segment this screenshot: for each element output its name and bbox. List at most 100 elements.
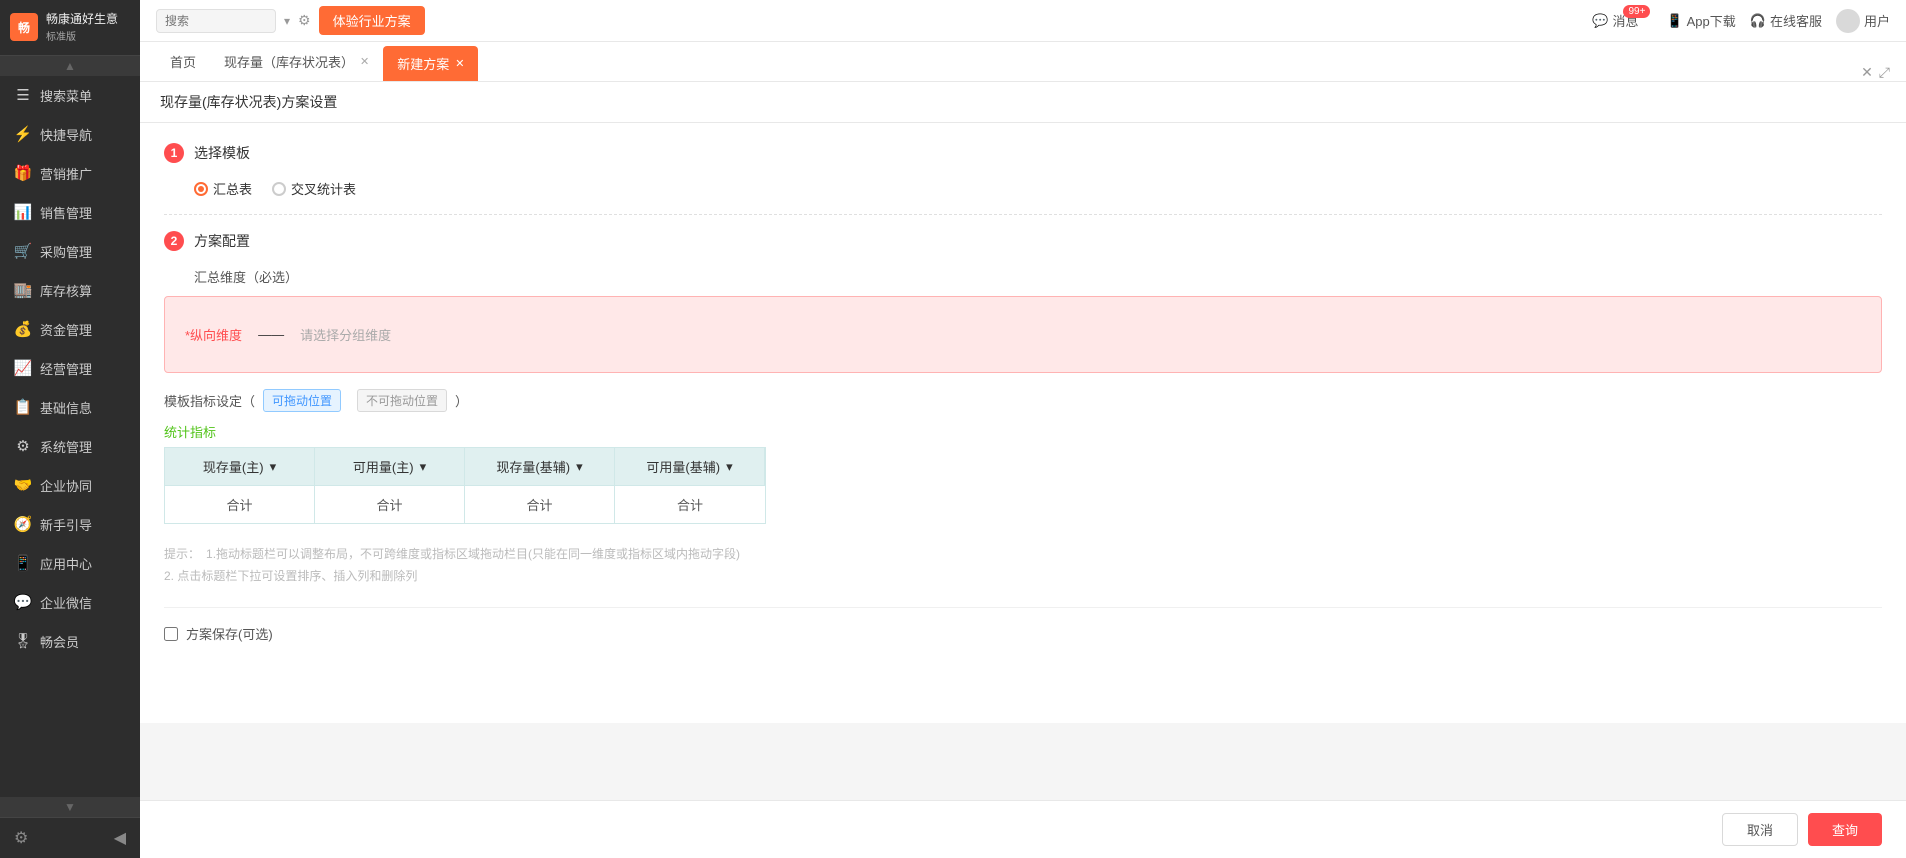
- search-input[interactable]: [156, 9, 276, 33]
- chevron-down-icon: ▾: [576, 459, 583, 475]
- member-icon: 🎖: [14, 632, 32, 650]
- sidebar-item-label: 营销推广: [40, 164, 92, 183]
- sidebar-item-inventory[interactable]: 🏬 库存核算: [0, 271, 140, 310]
- sidebar-item-label: 库存核算: [40, 281, 92, 300]
- sidebar-item-appstore[interactable]: 📱 应用中心: [0, 544, 140, 583]
- stat-col-1-header[interactable]: 可用量(主) ▾: [315, 448, 465, 486]
- chevron-down-icon: ▾: [420, 459, 427, 475]
- tab-inventory-close-icon[interactable]: ✕: [360, 55, 369, 68]
- stat-col-1-body: 合计: [315, 486, 465, 523]
- sidebar-item-label: 企业协同: [40, 476, 92, 495]
- app-download-button[interactable]: 📱 App下载: [1666, 11, 1735, 30]
- message-badge: 99+: [1623, 5, 1650, 18]
- tab-home-label: 首页: [170, 52, 196, 71]
- sidebar-item-quicknav[interactable]: ⚡ 快捷导航: [0, 115, 140, 154]
- topbar-left: ▾ ⚙ 体验行业方案: [156, 6, 425, 35]
- stat-col-0-body: 合计: [165, 486, 315, 523]
- sidebar-item-basic[interactable]: 📋 基础信息: [0, 388, 140, 427]
- stat-section-label: 统计指标: [164, 422, 1882, 441]
- sidebar-item-label: 新手引导: [40, 515, 92, 534]
- step1-badge: 1: [164, 143, 184, 163]
- message-button[interactable]: 💬 消息 99+: [1592, 11, 1638, 30]
- tab-home[interactable]: 首页: [156, 44, 210, 81]
- page-content: 现存量(库存状况表)方案设置 1 选择模板 汇总表 交叉统计表 2: [140, 82, 1906, 858]
- app-name: 畅康通好生意: [46, 12, 118, 28]
- stat-col-0-header[interactable]: 现存量(主) ▾: [165, 448, 315, 486]
- stat-col-2-header[interactable]: 现存量(基辅) ▾: [465, 448, 615, 486]
- tab-bar: 首页 现存量（库存状况表） ✕ 新建方案 ✕ ✕ ⤢: [140, 42, 1906, 82]
- settings-icon[interactable]: ⚙: [14, 828, 28, 848]
- radio-cross[interactable]: 交叉统计表: [272, 179, 356, 198]
- window-minimize-icon[interactable]: ✕: [1861, 64, 1873, 81]
- quicknav-icon: ⚡: [14, 125, 32, 143]
- topbar-gear-icon[interactable]: ⚙: [298, 12, 311, 29]
- radio-summary[interactable]: 汇总表: [194, 179, 252, 198]
- sidebar-item-label: 销售管理: [40, 203, 92, 222]
- wechat-icon: 💬: [14, 593, 32, 611]
- sidebar-item-label: 基础信息: [40, 398, 92, 417]
- avatar-name: 用户: [1864, 11, 1890, 30]
- avatar-image: [1836, 9, 1860, 33]
- sidebar-item-system[interactable]: ⚙ 系统管理: [0, 427, 140, 466]
- management-icon: 📈: [14, 359, 32, 377]
- step1-label: 选择模板: [194, 143, 250, 163]
- headset-icon: 🎧: [1750, 13, 1766, 29]
- sidebar-item-finance[interactable]: 💰 资金管理: [0, 310, 140, 349]
- sidebar-scroll-up[interactable]: ▲: [0, 56, 140, 76]
- logo-icon: 畅: [10, 13, 38, 41]
- tip-1-text: 1.拖动标题栏可以调整布局，不可跨维度或指标区域拖动栏目(只能在同一维度或指标区…: [206, 544, 740, 566]
- online-service-button[interactable]: 🎧 在线客服: [1750, 11, 1822, 30]
- stat-grid: 现存量(主) ▾ 可用量(主) ▾ 现存量(基辅) ▾ 可用量(基辅) ▾: [164, 447, 766, 524]
- sidebar-item-label: 采购管理: [40, 242, 92, 261]
- trial-button[interactable]: 体验行业方案: [319, 6, 425, 35]
- sidebar-item-label: 经营管理: [40, 359, 92, 378]
- radio-summary-dot: [194, 182, 208, 196]
- non-draggable-badge: 不可拖动位置: [357, 389, 447, 412]
- tab-inventory[interactable]: 现存量（库存状况表） ✕: [210, 44, 383, 81]
- purchase-icon: 🛒: [14, 242, 32, 260]
- sidebar-item-collab[interactable]: 🤝 企业协同: [0, 466, 140, 505]
- save-section: 方案保存(可选): [164, 607, 1882, 643]
- sidebar-item-management[interactable]: 📈 经营管理: [0, 349, 140, 388]
- stat-col-3-body: 合计: [615, 486, 765, 523]
- save-label: 方案保存(可选): [186, 624, 273, 643]
- sidebar-item-newbie[interactable]: 🧭 新手引导: [0, 505, 140, 544]
- basic-icon: 📋: [14, 398, 32, 416]
- dimension-label: 汇总维度（必选）: [194, 267, 1882, 286]
- sidebar-item-label: 资金管理: [40, 320, 92, 339]
- tip-2-text: 2. 点击标题栏下拉可设置排序、插入列和删除列: [164, 566, 417, 588]
- dimension-box[interactable]: *纵向维度 —— 请选择分组维度: [164, 296, 1882, 373]
- dropdown-arrow-icon[interactable]: ▾: [284, 14, 290, 28]
- step2-header: 2 方案配置: [164, 231, 1882, 251]
- query-button[interactable]: 查询: [1808, 813, 1882, 846]
- tab-new-close-icon[interactable]: ✕: [455, 57, 464, 70]
- sidebar-item-search[interactable]: ☰ 搜索菜单: [0, 76, 140, 115]
- sidebar-item-purchase[interactable]: 🛒 采购管理: [0, 232, 140, 271]
- tip-title: 提示：: [164, 544, 200, 566]
- sidebar-item-wechat[interactable]: 💬 企业微信: [0, 583, 140, 622]
- step-divider: [164, 214, 1882, 215]
- sidebar-nav: ☰ 搜索菜单 ⚡ 快捷导航 🎁 营销推广 📊 销售管理 🛒 采购管理 🏬 库存核…: [0, 76, 140, 797]
- search-menu-icon: ☰: [14, 86, 32, 104]
- sidebar-item-sales[interactable]: 📊 销售管理: [0, 193, 140, 232]
- step1-header: 1 选择模板: [164, 143, 1882, 163]
- cancel-button[interactable]: 取消: [1722, 813, 1798, 846]
- finance-icon: 💰: [14, 320, 32, 338]
- topbar-right: 💬 消息 99+ 📱 App下载 🎧 在线客服 用户: [1592, 9, 1890, 33]
- collapse-icon[interactable]: ◀: [114, 828, 126, 848]
- sidebar-item-member[interactable]: 🎖 畅会员: [0, 622, 140, 661]
- sidebar-item-label: 系统管理: [40, 437, 92, 456]
- user-avatar[interactable]: 用户: [1836, 9, 1890, 33]
- stat-col-3-header[interactable]: 可用量(基辅) ▾: [615, 448, 765, 486]
- window-expand-icon[interactable]: ⤢: [1879, 64, 1890, 81]
- sidebar-item-label: 快捷导航: [40, 125, 92, 144]
- sidebar-scroll-down[interactable]: ▼: [0, 797, 140, 817]
- tab-new-scheme[interactable]: 新建方案 ✕: [383, 46, 478, 81]
- scheme-panel: 1 选择模板 汇总表 交叉统计表 2 方案配置 汇总维度（必选）: [140, 123, 1906, 723]
- save-checkbox[interactable]: [164, 627, 178, 641]
- chevron-down-icon: ▾: [726, 459, 733, 475]
- sales-icon: 📊: [14, 203, 32, 221]
- appstore-icon: 📱: [14, 554, 32, 572]
- template-options: 汇总表 交叉统计表: [194, 179, 1882, 198]
- sidebar-item-marketing[interactable]: 🎁 营销推广: [0, 154, 140, 193]
